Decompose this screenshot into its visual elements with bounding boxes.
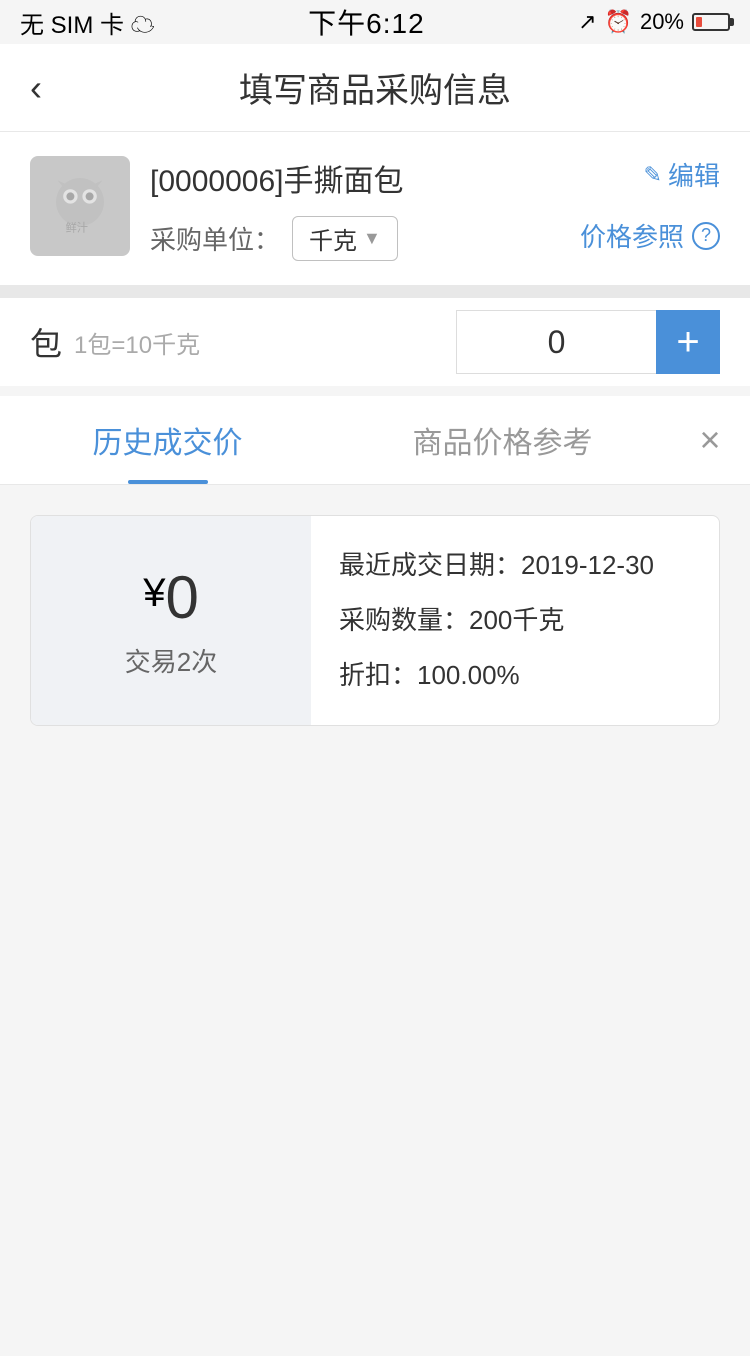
unit-badge: 包: [30, 319, 62, 365]
battery-icon: [692, 13, 730, 31]
sim-wifi-label: 无 SIM 卡 ☁: [20, 5, 155, 40]
history-content: ¥0 交易2次 最近成交日期：2019-12-30 采购数量：200千克 折扣：…: [0, 485, 750, 756]
product-full-name: [0000006]手撕面包: [150, 156, 403, 200]
price-ref-label: 价格参照: [580, 217, 684, 254]
product-info: [0000006]手撕面包 采购单位： 千克 ▼: [150, 156, 403, 261]
product-image: 鲜汁: [30, 156, 130, 256]
product-card: 鲜汁 [0000006]手撕面包 采购单位： 千克 ▼ ✎: [0, 132, 750, 286]
currency-symbol: ¥: [143, 571, 165, 615]
status-bar: 无 SIM 卡 ☁ 下午6:12 ↗ ⏰ 20%: [0, 0, 750, 44]
tab-history-price[interactable]: 历史成交价: [0, 396, 335, 484]
tab-product-price-ref-label: 商品价格参考: [413, 418, 593, 462]
discount-value: 100.00%: [417, 660, 520, 690]
product-left: 鲜汁 [0000006]手撕面包 采购单位： 千克 ▼: [30, 156, 403, 261]
back-button[interactable]: ‹: [20, 57, 52, 119]
status-time: 下午6:12: [308, 2, 425, 42]
tab-history-price-label: 历史成交价: [93, 418, 243, 462]
purchase-qty-label: 采购数量：: [339, 605, 469, 635]
price-ref-help-icon: ?: [692, 222, 720, 250]
location-icon: ↗: [578, 9, 596, 35]
unit-dropdown-arrow: ▼: [363, 228, 381, 249]
tab-close-button[interactable]: ×: [670, 396, 750, 484]
product-thumbnail: 鲜汁: [40, 166, 120, 246]
product-right: ✎ 编辑 价格参照 ?: [580, 156, 720, 254]
unit-conversion-hint: 1包=10千克: [74, 325, 200, 360]
quantity-input[interactable]: [456, 310, 656, 374]
product-unit-row: 采购单位： 千克 ▼: [150, 216, 403, 261]
section-divider: [0, 286, 750, 298]
edit-label: 编辑: [668, 156, 720, 193]
price-details: 最近成交日期：2019-12-30 采购数量：200千克 折扣：100.00%: [311, 516, 719, 725]
battery-percent: 20%: [640, 9, 684, 35]
discount-label: 折扣：: [339, 660, 417, 690]
trade-count: 交易2次: [125, 642, 217, 679]
purchase-qty-value: 200千克: [469, 605, 564, 635]
product-top: 鲜汁 [0000006]手撕面包 采购单位： 千克 ▼ ✎: [30, 156, 720, 261]
quantity-row: 包 1包=10千克 +: [0, 298, 750, 386]
page-spacer: [0, 756, 750, 1356]
quantity-label: 包 1包=10千克: [30, 319, 200, 365]
alarm-icon: ⏰: [605, 9, 632, 35]
price-card: ¥0 交易2次 最近成交日期：2019-12-30 采购数量：200千克 折扣：…: [30, 515, 720, 726]
edit-button[interactable]: ✎ 编辑: [644, 156, 720, 193]
price-amount: 0: [165, 564, 198, 631]
price-summary: ¥0 交易2次: [31, 516, 311, 725]
svg-text:鲜汁: 鲜汁: [66, 221, 88, 235]
unit-select[interactable]: 千克 ▼: [292, 216, 398, 261]
purchase-qty-row: 采购数量：200千克: [339, 601, 691, 640]
tabs-container: 历史成交价 商品价格参考 ×: [0, 396, 750, 485]
page-title: 填写商品采购信息: [239, 63, 511, 112]
status-right: ↗ ⏰ 20%: [578, 9, 730, 35]
product-id: [0000006]: [150, 165, 283, 198]
purchase-unit-label: 采购单位：: [150, 220, 280, 257]
quantity-plus-button[interactable]: +: [656, 310, 720, 374]
close-icon: ×: [699, 419, 720, 461]
tab-active-underline: [128, 480, 208, 484]
recent-date-label: 最近成交日期：: [339, 550, 521, 580]
unit-value: 千克: [309, 221, 357, 256]
edit-icon: ✎: [644, 162, 662, 188]
quantity-control: +: [456, 310, 720, 374]
recent-date-value: 2019-12-30: [521, 550, 654, 580]
recent-date-row: 最近成交日期：2019-12-30: [339, 546, 691, 585]
product-name-text: 手撕面包: [283, 165, 403, 198]
tab-product-price-ref[interactable]: 商品价格参考: [335, 396, 670, 484]
status-left: 无 SIM 卡 ☁: [20, 5, 155, 40]
price-reference-button[interactable]: 价格参照 ?: [580, 217, 720, 254]
price-display: ¥0: [143, 563, 199, 632]
battery-body: [692, 13, 730, 31]
battery-fill: [696, 17, 702, 27]
header: ‹ 填写商品采购信息: [0, 44, 750, 132]
discount-row: 折扣：100.00%: [339, 656, 691, 695]
